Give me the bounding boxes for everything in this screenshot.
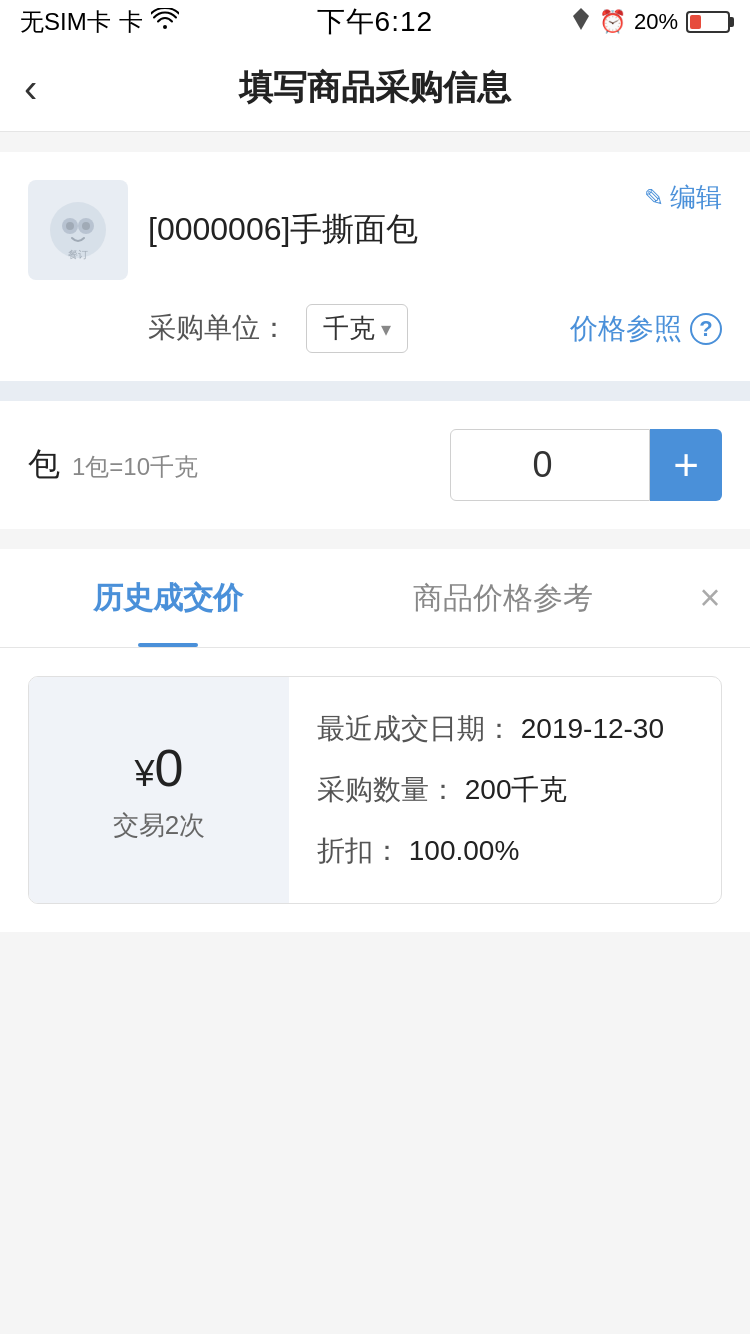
main-content (0, 932, 750, 1334)
product-code: [0000006] (148, 211, 290, 247)
battery-icon (686, 11, 730, 33)
status-right: ⏰ 20% (571, 8, 730, 36)
battery-percent: 20% (634, 9, 678, 35)
purchase-qty-value: 200千克 (465, 774, 568, 805)
sim-label: 卡 (119, 6, 143, 38)
edit-label: 编辑 (670, 180, 722, 215)
history-trade-count: 交易2次 (113, 808, 205, 843)
product-name: [0000006]手撕面包 (148, 208, 418, 252)
history-price-display: ¥0 (135, 738, 184, 798)
product-left: 餐订 [0000006]手撕面包 (28, 180, 418, 280)
quantity-plus-button[interactable]: + (650, 429, 722, 501)
product-thumbnail: 餐订 (28, 180, 128, 280)
tab-product-price-ref[interactable]: 商品价格参考 (335, 550, 670, 647)
product-card: 餐订 [0000006]手撕面包 ✎ 编辑 采购单位： 千克 ▾ 价格参照 ? (0, 152, 750, 381)
unit-label-group: 采购单位： 千克 ▾ (148, 304, 408, 353)
unit-select[interactable]: 千克 ▾ (306, 304, 408, 353)
status-bar: 无SIM卡 卡 下午6:12 ⏰ 20% (0, 0, 750, 44)
tab-price-ref-label: 商品价格参考 (413, 581, 593, 614)
quantity-unit-info: 包 1包=10千克 (28, 443, 198, 487)
unit-label: 采购单位： (148, 312, 288, 343)
tab-close-button[interactable]: × (670, 549, 750, 647)
tab-history-label: 历史成交价 (93, 581, 243, 614)
svg-text:餐订: 餐订 (68, 249, 88, 260)
product-unit-row: 采购单位： 千克 ▾ 价格参照 ? (148, 280, 722, 381)
discount-value: 100.00% (409, 835, 520, 866)
edit-button[interactable]: ✎ 编辑 (644, 180, 722, 215)
price-ref-label: 价格参照 (570, 310, 682, 348)
status-left: 无SIM卡 卡 (20, 6, 179, 38)
recent-date-label: 最近成交日期： (317, 713, 513, 744)
wifi-icon (151, 8, 179, 36)
nav-bar: ‹ 填写商品采购信息 (0, 44, 750, 132)
purchase-qty-label: 采购数量： (317, 774, 457, 805)
svg-point-3 (66, 222, 74, 230)
carrier-label: 无SIM卡 (20, 6, 111, 38)
edit-icon: ✎ (644, 184, 664, 212)
quantity-unit-equation: 1包=10千克 (72, 451, 198, 483)
unit-arrow: ▾ (381, 317, 391, 341)
status-time: 下午6:12 (317, 3, 434, 41)
svg-point-4 (82, 222, 90, 230)
tabs-section: 历史成交价 商品价格参考 × ¥0 交易2次 最近成交日期： 2019-12-3… (0, 549, 750, 932)
history-card-left: ¥0 交易2次 (29, 677, 289, 903)
tabs-header: 历史成交价 商品价格参考 × (0, 549, 750, 648)
history-purchase-qty: 采购数量： 200千克 (317, 768, 693, 813)
discount-label: 折扣： (317, 835, 401, 866)
tab-content: ¥0 交易2次 最近成交日期： 2019-12-30 采购数量： 200千克 折… (0, 648, 750, 932)
quantity-unit-name: 包 (28, 443, 60, 487)
location-icon (571, 8, 591, 36)
quantity-input[interactable] (450, 429, 650, 501)
quantity-row: 包 1包=10千克 + (0, 401, 750, 529)
history-card: ¥0 交易2次 最近成交日期： 2019-12-30 采购数量： 200千克 折… (28, 676, 722, 904)
recent-date-value: 2019-12-30 (521, 713, 664, 744)
currency-symbol: ¥ (135, 753, 155, 794)
back-button[interactable]: ‹ (24, 68, 37, 108)
product-header: 餐订 [0000006]手撕面包 ✎ 编辑 (28, 180, 722, 280)
unit-value: 千克 (323, 311, 375, 346)
product-title: 手撕面包 (290, 211, 418, 247)
section-divider (0, 381, 750, 401)
page-title: 填写商品采购信息 (239, 65, 511, 111)
tab-history-price[interactable]: 历史成交价 (0, 550, 335, 647)
history-discount: 折扣： 100.00% (317, 829, 693, 874)
price-ref-button[interactable]: 价格参照 ? (570, 310, 722, 348)
quantity-input-group: + (450, 429, 722, 501)
close-icon: × (699, 577, 720, 619)
price-ref-icon: ? (690, 313, 722, 345)
alarm-icon: ⏰ (599, 9, 626, 35)
history-price-value: 0 (155, 739, 184, 797)
history-recent-date: 最近成交日期： 2019-12-30 (317, 707, 693, 752)
history-card-right: 最近成交日期： 2019-12-30 采购数量： 200千克 折扣： 100.0… (289, 677, 721, 903)
